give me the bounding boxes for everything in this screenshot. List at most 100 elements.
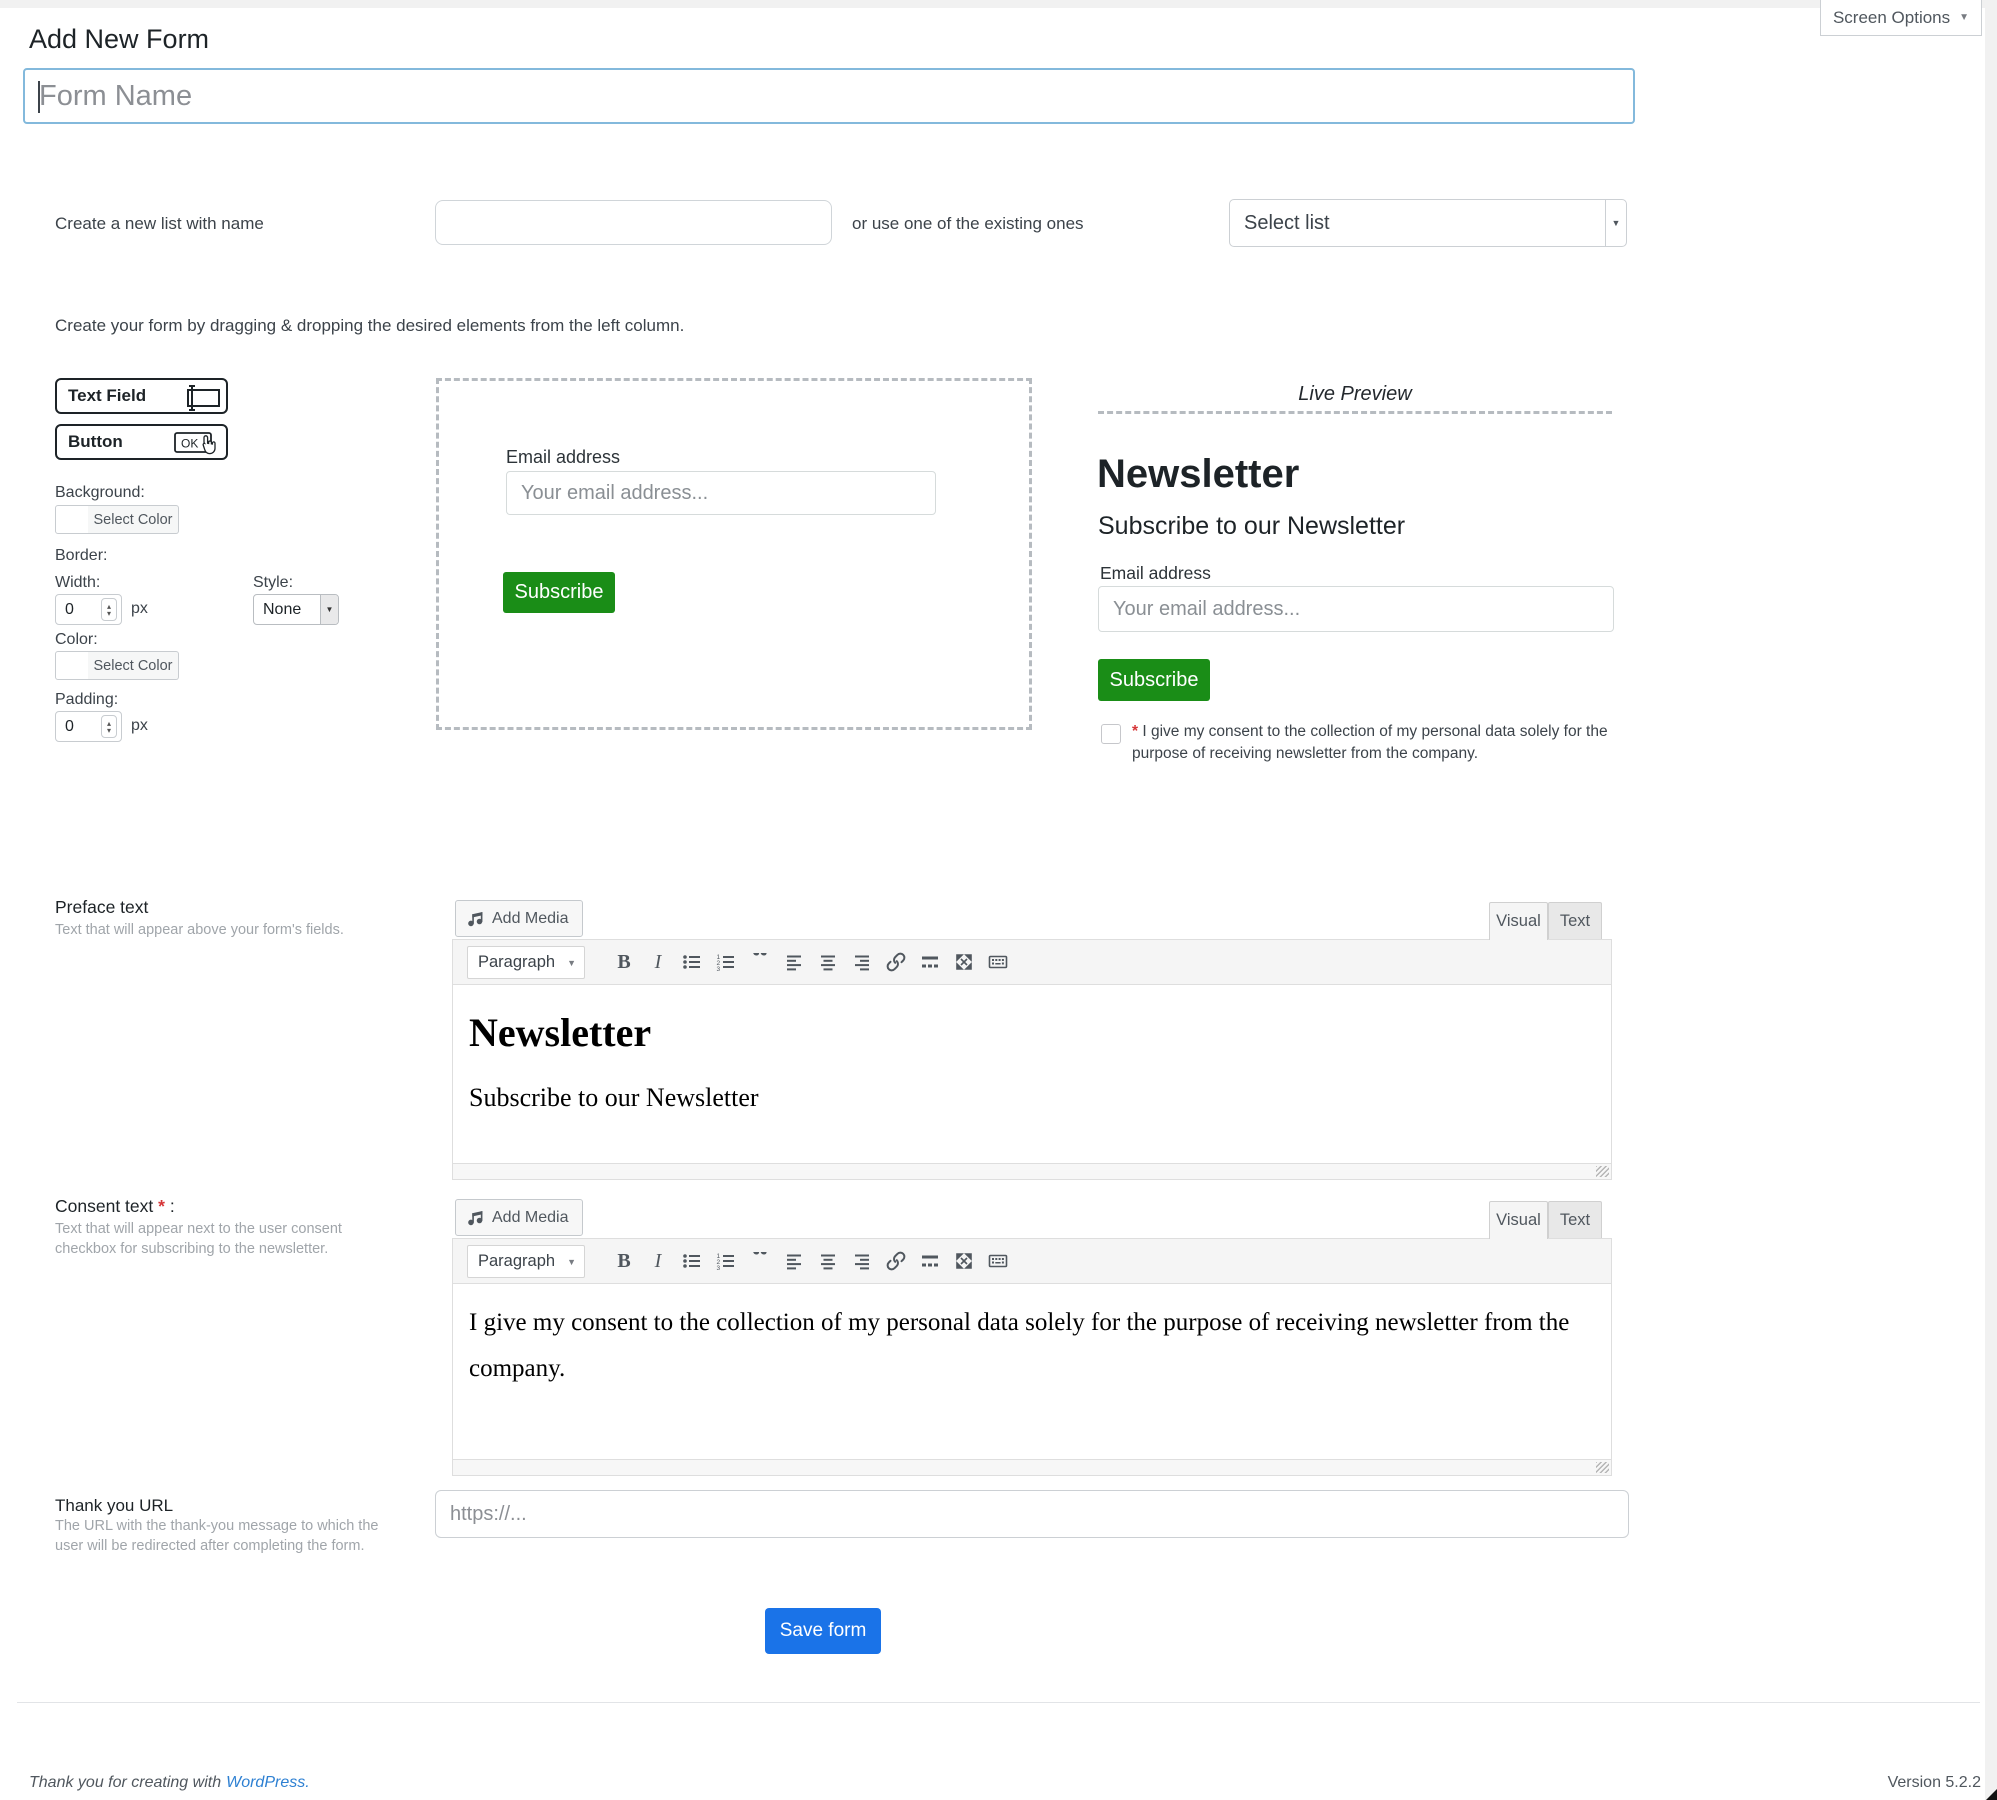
media-icon [468, 911, 483, 927]
padding-input[interactable]: 0 ▴ ▾ [55, 711, 122, 742]
text-tab[interactable]: Text [1548, 902, 1602, 940]
visual-tab[interactable]: Visual [1489, 902, 1548, 940]
insert-more-tag-button[interactable] [913, 947, 947, 978]
editor-resize-handle[interactable] [1596, 1462, 1609, 1473]
italic-button[interactable]: I [641, 947, 675, 978]
draggable-text-field-element[interactable]: Text Field [55, 378, 228, 414]
align-left-button[interactable] [777, 1246, 811, 1277]
blockquote-button[interactable]: “ [743, 1246, 777, 1277]
add-media-label: Add Media [492, 1208, 569, 1226]
paragraph-format-select[interactable]: Paragraph ▼ [467, 945, 585, 979]
visual-tab[interactable]: Visual [1489, 1201, 1548, 1239]
border-color-label: Color: [55, 631, 98, 648]
consent-label-text: Consent text [55, 1196, 154, 1216]
preface-help-text: Text that will appear above your form's … [55, 922, 344, 938]
fullscreen-icon [956, 954, 972, 970]
italic-icon: I [654, 1249, 662, 1272]
number-stepper[interactable]: ▴ ▾ [101, 715, 117, 738]
editor-content-subheading: Subscribe to our Newsletter [469, 1083, 759, 1112]
screen-options-button[interactable]: Screen Options ▼ [1820, 0, 1982, 36]
italic-button[interactable]: I [641, 1246, 675, 1277]
border-width-input[interactable]: 0 ▴ ▾ [55, 594, 122, 625]
link-icon [886, 1251, 906, 1271]
align-right-button[interactable] [845, 1246, 879, 1277]
italic-icon: I [654, 950, 662, 973]
form-drop-zone[interactable] [436, 378, 1032, 730]
align-center-icon [821, 955, 835, 971]
button-element-label: Button [68, 432, 123, 451]
align-right-icon [855, 955, 869, 971]
numbered-list-button[interactable]: 1 2 3 [709, 1246, 743, 1277]
border-label: Border: [55, 547, 108, 564]
live-preview-title: Live Preview [1298, 383, 1412, 405]
fullscreen-button[interactable] [947, 1246, 981, 1277]
numbered-list-button[interactable]: 1 2 3 [709, 947, 743, 978]
add-media-button[interactable]: Add Media [455, 900, 583, 937]
blockquote-button[interactable]: “ [743, 947, 777, 978]
numbered-list-icon: 1 2 3 [717, 1253, 734, 1271]
number-stepper[interactable]: ▴ ▾ [101, 598, 117, 621]
align-right-button[interactable] [845, 947, 879, 978]
px-suffix: px [131, 600, 148, 617]
dropzone-subscribe-button[interactable]: Subscribe [503, 572, 615, 613]
consent-help-text: Text that will appear next to the user c… [55, 1221, 342, 1257]
insert-link-button[interactable] [879, 947, 913, 978]
dropzone-email-input[interactable] [506, 471, 936, 515]
top-gray-strip [0, 0, 1997, 8]
border-color-swatch[interactable] [55, 651, 89, 680]
preview-email-input[interactable] [1098, 586, 1614, 632]
align-center-button[interactable] [811, 947, 845, 978]
border-select-color-button[interactable]: Select Color [88, 651, 179, 680]
new-list-name-input[interactable] [435, 200, 832, 245]
consent-checkbox[interactable] [1101, 724, 1121, 744]
paragraph-format-select[interactable]: Paragraph ▼ [467, 1244, 585, 1278]
fullscreen-button[interactable] [947, 947, 981, 978]
editor-toolbar: Paragraph ▼ B I 1 2 3 “ [453, 940, 1611, 985]
border-style-select[interactable]: None ▼ [253, 594, 339, 625]
save-form-button[interactable]: Save form [765, 1608, 881, 1654]
bold-button[interactable]: B [607, 947, 641, 978]
background-color-swatch[interactable] [55, 505, 89, 534]
chevron-down-icon: ▼ [325, 605, 334, 614]
preview-email-label: Email address [1100, 563, 1211, 583]
add-new-form-page: Screen Options ▼ Add New Form Create a n… [0, 0, 1997, 1800]
thank-you-help-text: The URL with the thank-you message to wh… [55, 1518, 379, 1554]
required-asterisk: * [158, 1196, 165, 1216]
toolbar-toggle-button[interactable] [981, 1246, 1015, 1277]
consent-editor-content[interactable]: I give my consent to the collection of m… [453, 1284, 1611, 1459]
bold-button[interactable]: B [607, 1246, 641, 1277]
background-select-color-button[interactable]: Select Color [88, 505, 179, 534]
draggable-button-element[interactable]: Button OK [55, 424, 228, 460]
media-icon [468, 1210, 483, 1226]
wordpress-link[interactable]: WordPress. [226, 1774, 310, 1791]
consent-editor: Paragraph ▼ B I 1 2 3 “ [452, 1238, 1612, 1476]
align-center-button[interactable] [811, 1246, 845, 1277]
add-media-button[interactable]: Add Media [455, 1199, 583, 1236]
toolbar-toggle-button[interactable] [981, 947, 1015, 978]
align-left-button[interactable] [777, 947, 811, 978]
footer-thanks: Thank you for creating with WordPress. [29, 1774, 310, 1792]
footer-version: Version 5.2.2 [1887, 1774, 1981, 1791]
existing-list-select[interactable]: Select list ▼ [1229, 199, 1627, 247]
ok-button-hand-cursor-icon: OK [174, 432, 216, 455]
form-name-input[interactable] [23, 68, 1635, 124]
px-suffix: px [131, 717, 148, 734]
blockquote-icon: “ [752, 1252, 769, 1270]
footer-divider [17, 1702, 1980, 1703]
insert-link-button[interactable] [879, 1246, 913, 1277]
svg-text:OK: OK [181, 437, 198, 451]
editor-statusbar [453, 1459, 1611, 1475]
bulleted-list-icon [683, 955, 700, 969]
preview-heading: Newsletter [1097, 452, 1300, 496]
chevron-down-icon: ▼ [1959, 12, 1970, 23]
insert-more-tag-button[interactable] [913, 1246, 947, 1277]
text-tab[interactable]: Text [1548, 1201, 1602, 1239]
bulleted-list-button[interactable] [675, 947, 709, 978]
preface-text-label: Preface text [55, 897, 149, 917]
editor-resize-handle[interactable] [1596, 1166, 1609, 1177]
bulleted-list-button[interactable] [675, 1246, 709, 1277]
preview-subscribe-button[interactable]: Subscribe [1098, 659, 1210, 701]
preface-editor-content[interactable]: Newsletter Subscribe to our Newsletter [453, 985, 1611, 1163]
background-label: Background: [55, 484, 145, 501]
thank-you-url-input[interactable] [435, 1490, 1629, 1538]
